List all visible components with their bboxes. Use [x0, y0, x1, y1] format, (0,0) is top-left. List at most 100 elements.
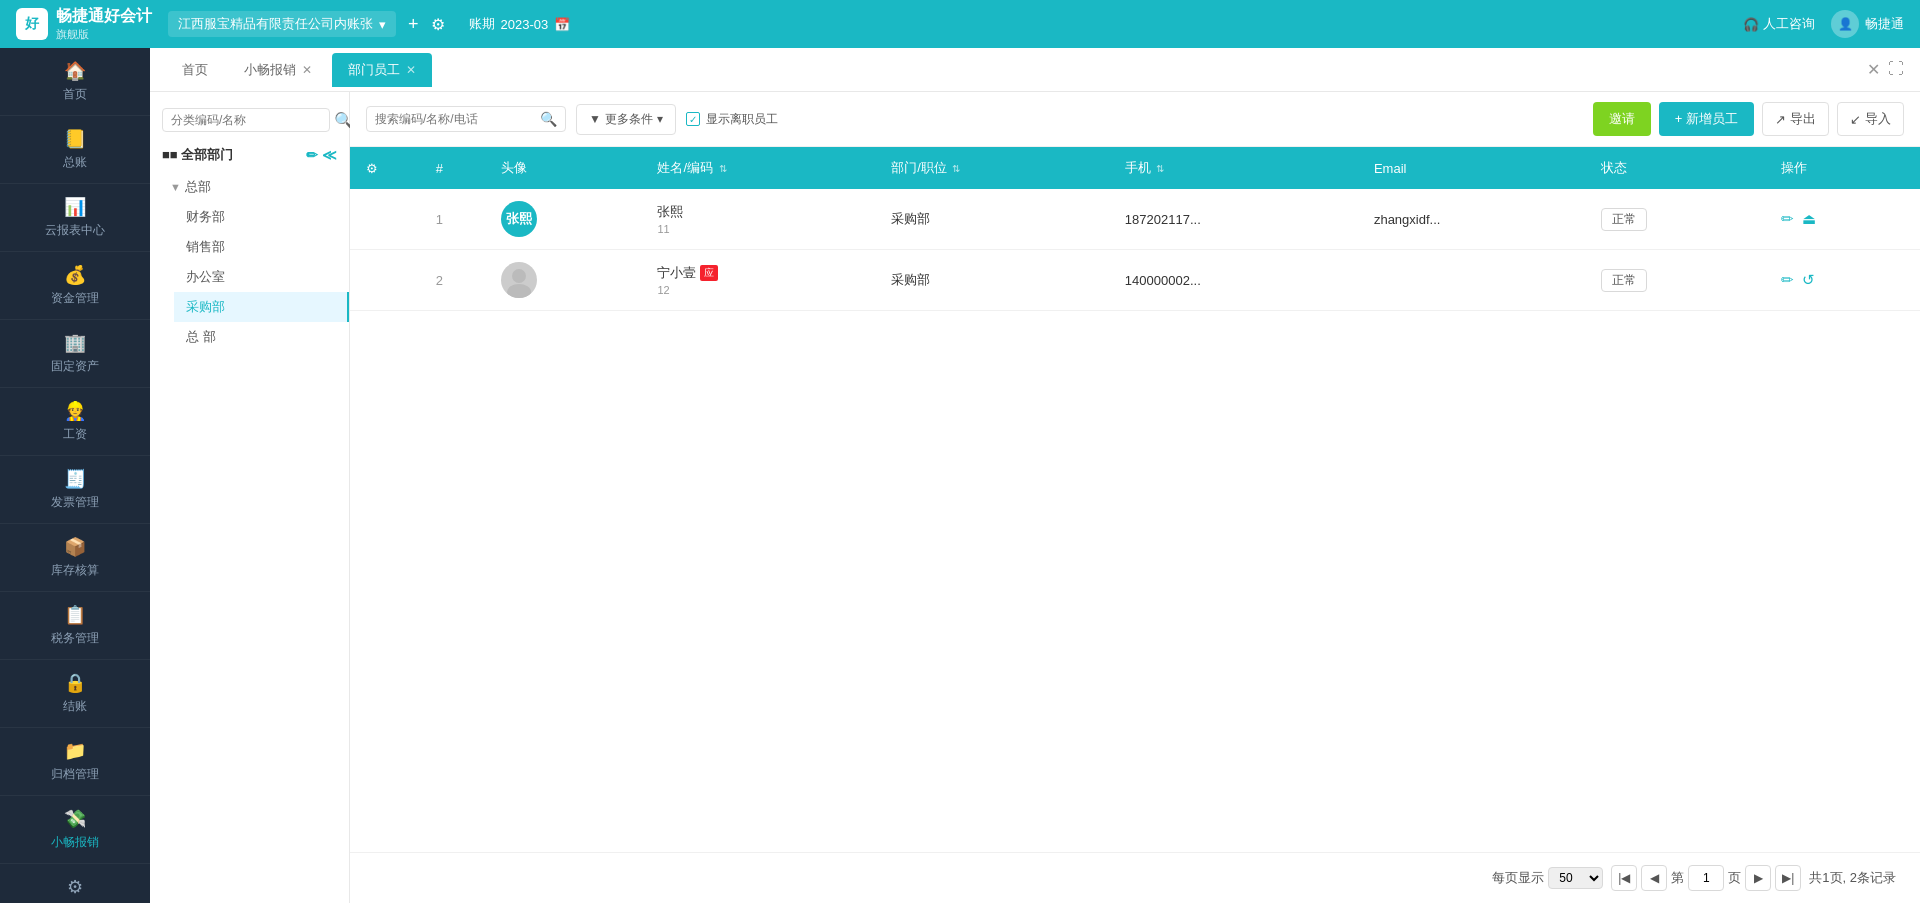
sidebar-item-expense[interactable]: 💸 小畅报销 [0, 796, 150, 864]
sidebar-item-closing[interactable]: 🔒 结账 [0, 660, 150, 728]
row1-actions: ✏ ⏏ [1765, 189, 1920, 250]
svg-point-1 [507, 284, 531, 298]
filter-chevron-icon: ▾ [657, 112, 663, 126]
filter-icon: ▼ [589, 112, 601, 126]
sidebar-item-inventory[interactable]: 📦 库存核算 [0, 524, 150, 592]
tab-expense-close-icon[interactable]: ✕ [302, 63, 312, 77]
reports-icon: 📊 [64, 196, 86, 218]
sidebar-item-settings[interactable]: ⚙ 基础设置 [0, 864, 150, 903]
invoice-icon: 🧾 [64, 468, 86, 490]
period-area: 账期 2023-03 📅 [469, 15, 571, 33]
row2-edit-icon[interactable]: ✏ [1781, 271, 1794, 289]
row1-code: 11 [657, 223, 859, 235]
row2-refresh-icon[interactable]: ↺ [1802, 271, 1815, 289]
sidebar-item-fund[interactable]: 💰 资金管理 [0, 252, 150, 320]
service-btn[interactable]: 🎧 人工咨询 [1743, 15, 1815, 33]
table-row: 2 [350, 250, 1920, 311]
archive-icon: 📁 [64, 740, 86, 762]
last-page-btn[interactable]: ▶| [1775, 865, 1801, 891]
period-value: 2023-03 [501, 17, 549, 32]
sidebar-item-archive[interactable]: 📁 归档管理 [0, 728, 150, 796]
row2-status-tag: 正常 [1601, 269, 1647, 292]
sidebar-label-payroll: 工资 [63, 426, 87, 443]
dept-node-hq[interactable]: 总 部 [174, 322, 349, 352]
page-label: 第 [1671, 869, 1684, 887]
row2-email [1358, 250, 1585, 311]
export-btn[interactable]: ↗ 导出 [1762, 102, 1829, 136]
ledger-icon: 📒 [64, 128, 86, 150]
row2-code: 12 [657, 284, 859, 296]
employee-search-input[interactable] [375, 112, 534, 126]
row1-logout-icon[interactable]: ⏏ [1802, 210, 1816, 228]
th-dept-pos[interactable]: 部门/职位 ⇅ [875, 147, 1109, 189]
next-page-btn[interactable]: ▶ [1745, 865, 1771, 891]
dept-node-sales[interactable]: 销售部 [174, 232, 349, 262]
page-num-input[interactable] [1688, 865, 1724, 891]
tab-expense-label: 小畅报销 [244, 61, 296, 79]
logo-text: 畅捷通好会计 [56, 6, 152, 27]
invite-btn[interactable]: 邀请 [1593, 102, 1651, 136]
svg-point-0 [512, 269, 526, 283]
tab-expand-icon[interactable]: ⛶ [1888, 60, 1904, 79]
prev-page-btn[interactable]: ◀ [1641, 865, 1667, 891]
th-gear[interactable]: ⚙ [350, 147, 394, 189]
filter-btn[interactable]: ▼ 更多条件 ▾ [576, 104, 676, 135]
show-resign-checkbox[interactable]: ✓ [686, 112, 700, 126]
tab-employees[interactable]: 部门员工 ✕ [332, 53, 432, 87]
row2-ying-badge: 应 [700, 265, 718, 281]
header-right: 🎧 人工咨询 👤 畅捷通 [1743, 10, 1904, 38]
row2-num: 2 [394, 250, 485, 311]
company-dropdown-icon: ▾ [379, 17, 386, 32]
show-resign-toggle[interactable]: ✓ 显示离职员工 [686, 111, 778, 128]
sidebar-item-home[interactable]: 🏠 首页 [0, 48, 150, 116]
tab-home[interactable]: 首页 [166, 53, 224, 87]
per-page-dropdown[interactable]: 50 20 100 [1548, 867, 1603, 889]
tab-expense[interactable]: 小畅报销 ✕ [228, 53, 328, 87]
logo-icon: 好 [16, 8, 48, 40]
sidebar-item-fixed-assets[interactable]: 🏢 固定资产 [0, 320, 150, 388]
sidebar-label-expense: 小畅报销 [51, 834, 99, 851]
row1-edit-icon[interactable]: ✏ [1781, 210, 1794, 228]
page-unit: 页 [1728, 869, 1741, 887]
sidebar: 🏠 首页 📒 总账 📊 云报表中心 💰 资金管理 🏢 固定资产 👷 工资 🧾 发… [0, 48, 150, 903]
sidebar-item-payroll[interactable]: 👷 工资 [0, 388, 150, 456]
sidebar-item-tax[interactable]: 📋 税务管理 [0, 592, 150, 660]
th-mobile[interactable]: 手机 ⇅ [1109, 147, 1358, 189]
company-name: 江西服宝精品有限责任公司内账张 [178, 15, 373, 33]
user-area[interactable]: 👤 畅捷通 [1831, 10, 1904, 38]
add-company-icon[interactable]: + [408, 14, 419, 35]
company-selector[interactable]: 江西服宝精品有限责任公司内账张 ▾ [168, 11, 396, 37]
dept-edit-icon[interactable]: ✏ [306, 147, 318, 163]
dept-tree: ▼ 总部 财务部 销售部 办公室 采购 [150, 172, 349, 352]
dept-purchase-label: 采购部 [186, 298, 225, 316]
th-name-code[interactable]: 姓名/编码 ⇅ [641, 147, 875, 189]
logo-subtitle: 旗舰版 [56, 27, 152, 42]
settings-icon[interactable]: ⚙ [431, 15, 445, 34]
dept-search-input[interactable] [162, 108, 330, 132]
sidebar-label-invoice: 发票管理 [51, 494, 99, 511]
content-area: 首页 小畅报销 ✕ 部门员工 ✕ ✕ ⛶ 🔍 [150, 48, 1920, 903]
dept-node-office[interactable]: 办公室 [174, 262, 349, 292]
fixed-assets-icon: 🏢 [64, 332, 86, 354]
period-label: 账期 [469, 15, 495, 33]
tab-employees-close-icon[interactable]: ✕ [406, 63, 416, 77]
add-employee-btn[interactable]: + 新增员工 [1659, 102, 1754, 136]
sidebar-item-invoice[interactable]: 🧾 发票管理 [0, 456, 150, 524]
sidebar-item-ledger[interactable]: 📒 总账 [0, 116, 150, 184]
sidebar-item-reports[interactable]: 📊 云报表中心 [0, 184, 150, 252]
tab-close-window-icon[interactable]: ✕ [1867, 60, 1880, 79]
dept-node-general[interactable]: ▼ 总部 [158, 172, 349, 202]
import-icon: ↙ [1850, 112, 1861, 127]
calendar-icon[interactable]: 📅 [554, 17, 570, 32]
tax-icon: 📋 [64, 604, 86, 626]
row1-name: 张熙 [657, 203, 859, 221]
dept-node-purchase[interactable]: 采购部 [174, 292, 349, 322]
import-btn[interactable]: ↙ 导入 [1837, 102, 1904, 136]
first-page-btn[interactable]: |◀ [1611, 865, 1637, 891]
employee-search-icon[interactable]: 🔍 [540, 111, 557, 127]
dept-node-finance[interactable]: 财务部 [174, 202, 349, 232]
th-avatar: 头像 [485, 147, 642, 189]
dept-collapse-icon[interactable]: ≪ [322, 147, 337, 163]
dept-all-header[interactable]: ■■ 全部部门 ✏ ≪ [150, 138, 349, 172]
row2-actions: ✏ ↺ [1765, 250, 1920, 311]
